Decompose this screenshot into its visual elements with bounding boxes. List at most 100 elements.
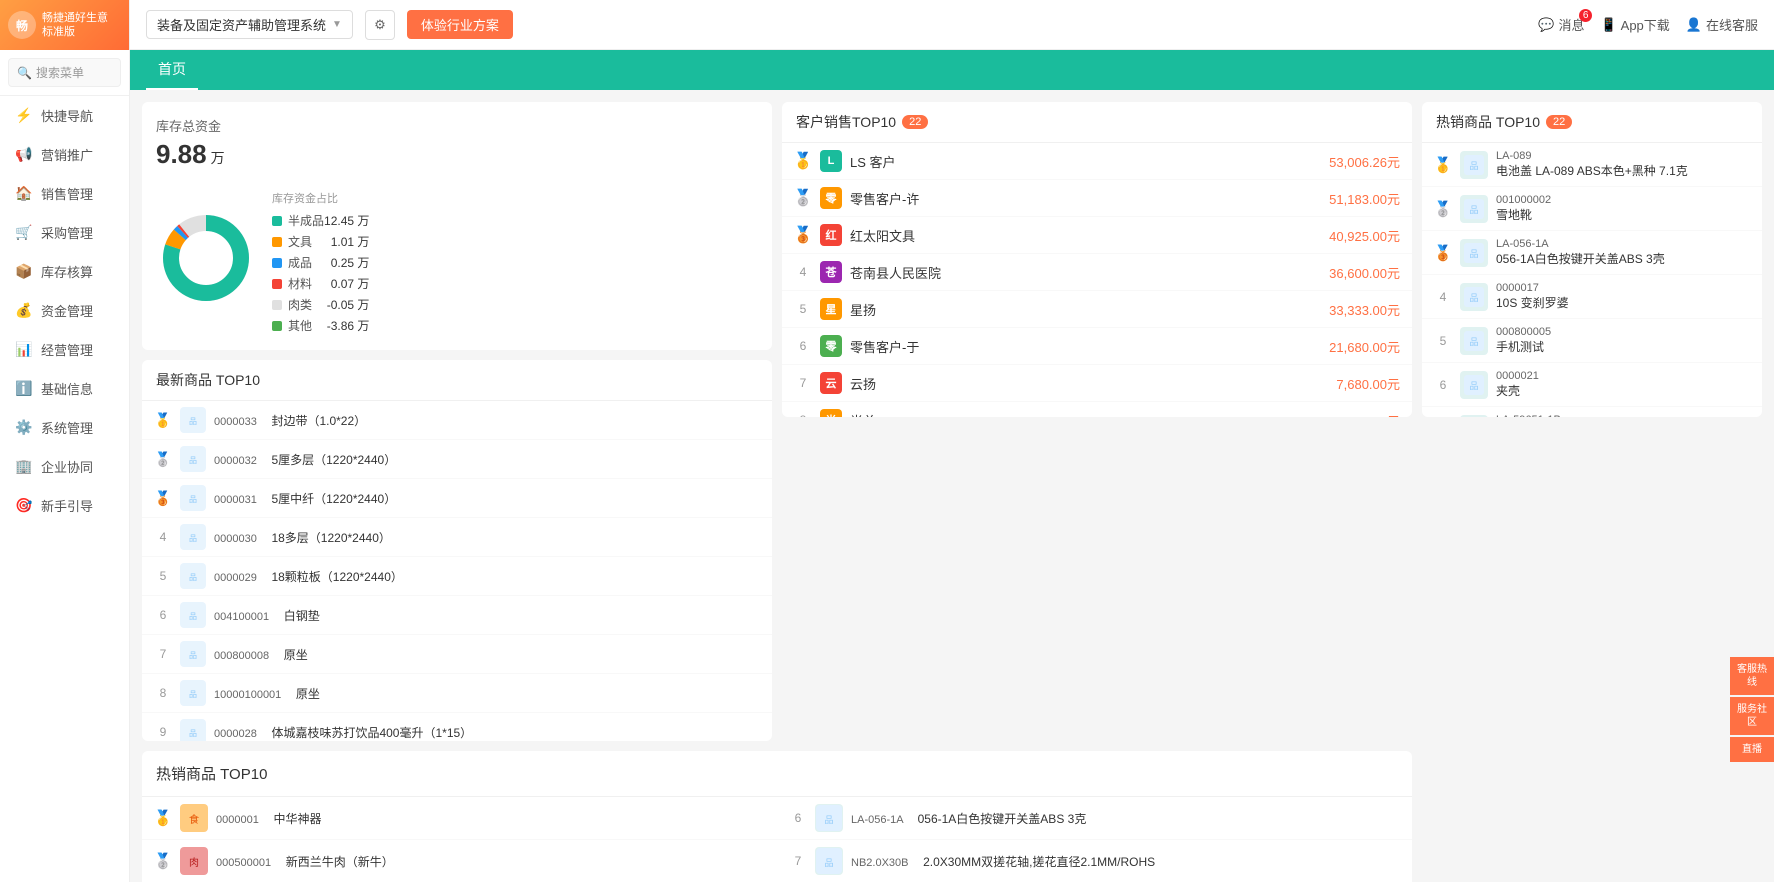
product-info: 0000001 中华神器: [216, 810, 765, 827]
messages-badge: 6: [1579, 9, 1593, 22]
trial-button[interactable]: 体验行业方案: [407, 10, 513, 39]
table-row: 4 苍 苍南县人民医院 36,600.00元: [782, 254, 1412, 291]
customer-ranking-header: 客户销售TOP10 22: [782, 102, 1412, 143]
sidebar-item-basic-info[interactable]: ℹ️ 基础信息: [0, 369, 129, 408]
newest-products-title: 最新商品 TOP10: [156, 370, 260, 390]
table-row: 🥉 品 0000031 5厘中纤（1220*2440）: [142, 479, 772, 518]
sidebar-item-sales[interactable]: 🏠 销售管理: [0, 174, 129, 213]
customer-name: LS 客户: [850, 152, 1321, 171]
live-button[interactable]: 直播: [1730, 737, 1774, 762]
product-info: LA-59651-1B 59651-1B旋转投影灯电池盒ABS黑色+58壳: [1496, 414, 1750, 417]
sidebar-item-guide[interactable]: 🎯 新手引导: [0, 486, 129, 525]
sidebar-item-system[interactable]: ⚙️ 系统管理: [0, 408, 129, 447]
table-row: 7 云 云扬 7,680.00元: [782, 365, 1412, 402]
medal-icon: 🥈: [154, 451, 172, 468]
sidebar-item-marketing[interactable]: 📢 营销推广: [0, 135, 129, 174]
product-info: 000800008 原坐: [214, 646, 760, 663]
sidebar: 畅 畅捷通好生意 标准版 🔍 搜索菜单 ⚡ 快捷导航 📢 营销推广 🏠 销售管理…: [0, 0, 130, 882]
svg-text:品: 品: [1469, 161, 1478, 171]
customer-name: 肖总: [850, 411, 1328, 417]
table-row: 4 品 0000017 10S 变刹罗婆: [1422, 275, 1762, 319]
customer-name: 红太阳文具: [850, 226, 1321, 245]
inventory-icon: 📦: [15, 263, 33, 281]
system-selector[interactable]: 装备及固定资产辅助管理系统 ▼: [146, 10, 353, 39]
legend-item-other: 其他 -3.86 万: [272, 315, 369, 336]
topbar: 装备及固定资产辅助管理系统 ▼ ⚙ 体验行业方案 💬 消息 6 📱 App下载 …: [130, 0, 1774, 50]
customer-ranking-card: 客户销售TOP10 22 🥇 L LS 客户 53,006.26元 🥈 零 零售…: [782, 102, 1412, 417]
sidebar-item-enterprise[interactable]: 🏢 企业协同: [0, 447, 129, 486]
inventory-subtitle: 库存资金占比: [272, 190, 369, 206]
sidebar-item-quick-nav[interactable]: ⚡ 快捷导航: [0, 96, 129, 135]
svg-text:品: 品: [189, 690, 197, 699]
search-menu-button[interactable]: 🔍 搜索菜单: [8, 58, 121, 87]
sidebar-item-purchase[interactable]: 🛒 采购管理: [0, 213, 129, 252]
rank-number: 5: [1434, 334, 1452, 348]
table-row: 🥈 品 0000032 5厘多层（1220*2440）: [142, 440, 772, 479]
product-thumb: 肉: [180, 847, 208, 875]
customer-amount: 7,563.00元: [1336, 411, 1400, 417]
settings-button[interactable]: ⚙: [365, 10, 395, 40]
hot-products-right-card: 热销商品 TOP10 22 🥇 品 LA-089 电池盖 LA-089 ABS本…: [1422, 102, 1762, 417]
product-info: 0000021 夹壳: [1496, 370, 1750, 399]
hot-products-right-title: 热销商品 TOP10: [1436, 112, 1540, 132]
table-row: 🥈 品 001000002 雪地靴: [1422, 187, 1762, 231]
table-row: 6 品 0000021 夹壳: [1422, 363, 1762, 407]
rank-number: 5: [794, 302, 812, 316]
customer-hotline-button[interactable]: 客服热线: [1730, 657, 1774, 695]
product-info: 0000028 体城嘉枝味苏打饮品400毫升（1*15）: [214, 724, 760, 741]
sidebar-item-inventory[interactable]: 📦 库存核算: [0, 252, 129, 291]
customer-name: 零售客户-许: [850, 189, 1321, 208]
customer-name: 星扬: [850, 300, 1321, 319]
table-row: 8 品 10000100001 原坐: [142, 674, 772, 713]
product-info: 0000033 封边带（1.0*22）: [214, 412, 760, 429]
table-row: 🥇 食 0000001 中华神器: [142, 797, 777, 840]
customer-tag: 零: [820, 187, 842, 209]
logo-text: 畅捷通好生意 标准版: [42, 11, 108, 40]
table-row: 🥇 品 0000033 封边带（1.0*22）: [142, 401, 772, 440]
messages-button[interactable]: 💬 消息 6: [1538, 15, 1584, 34]
customer-ranking-title: 客户销售TOP10: [796, 112, 896, 132]
product-thumb: 品: [180, 680, 206, 706]
app-download-button[interactable]: 📱 App下载: [1600, 15, 1669, 34]
sidebar-item-operations[interactable]: 📊 经营管理: [0, 330, 129, 369]
table-row: 8 肖 肖总 7,563.00元: [782, 402, 1412, 417]
inventory-card: 库存总资金 9.88 万: [142, 102, 772, 350]
product-info: 10000100001 原坐: [214, 685, 760, 702]
product-thumb: 品: [180, 524, 206, 550]
product-info: 0000017 10S 变刹罗婆: [1496, 282, 1750, 311]
right-panel: 库存总资金 9.88 万: [142, 102, 772, 741]
finance-icon: 💰: [15, 302, 33, 320]
customer-amount: 51,183.00元: [1329, 189, 1400, 208]
product-thumb: 品: [815, 847, 843, 875]
rank-number: 7: [789, 854, 807, 868]
customer-tag: 苍: [820, 261, 842, 283]
sidebar-item-finance[interactable]: 💰 资金管理: [0, 291, 129, 330]
svg-text:品: 品: [1469, 293, 1478, 303]
product-thumb: 品: [1460, 327, 1488, 355]
inventory-donut-chart: [156, 208, 256, 308]
medal-icon: 🥈: [1434, 200, 1452, 218]
product-thumb: 品: [1460, 239, 1488, 267]
product-info: LA-056-1A 056-1A白色按键开关盖ABS 3壳: [1496, 238, 1750, 267]
newest-products-card: 最新商品 TOP10 🥇 品 0000033 封边带（1.0*22）: [142, 360, 772, 741]
hot-sales-col1: 🥇 食 0000001 中华神器 🥈 肉: [142, 797, 777, 882]
home-tab[interactable]: 首页: [146, 50, 198, 90]
rank-number: 9: [154, 725, 172, 739]
svg-text:品: 品: [189, 573, 197, 582]
svg-text:品: 品: [1469, 205, 1478, 215]
donut-chart-container: 库存资金占比 半成品 12.45 万 文具 1.01 万 成品 0.25 万: [156, 180, 758, 336]
product-info: 000500001 新西兰牛肉（新牛）: [216, 853, 765, 870]
hot-sales-title: 热销商品 TOP10: [142, 751, 1412, 797]
table-row: 🥉 品 LA-056-1A 056-1A白色按键开关盖ABS 3壳: [1422, 231, 1762, 275]
newest-products-list: 🥇 品 0000033 封边带（1.0*22） 🥈 品: [142, 401, 772, 741]
rank-number: 8: [794, 413, 812, 417]
product-info: NB2.0X30B 2.0X30MM双搓花轴,搓花直径2.1MM/ROHS: [851, 853, 1400, 870]
sidebar-nav: ⚡ 快捷导航 📢 营销推广 🏠 销售管理 🛒 采购管理 📦 库存核算 💰 资金管…: [0, 96, 129, 882]
svg-text:品: 品: [189, 651, 197, 660]
service-community-button[interactable]: 服务社区: [1730, 697, 1774, 735]
svg-text:品: 品: [824, 858, 833, 868]
table-row: 7 品 LA-59651-1B 59651-1B旋转投影灯电池盒ABS黑色+58…: [1422, 407, 1762, 417]
online-service-button[interactable]: 👤 在线客服: [1686, 15, 1758, 34]
system-name: 装备及固定资产辅助管理系统: [157, 15, 326, 34]
medal-icon: 🥇: [154, 809, 172, 827]
